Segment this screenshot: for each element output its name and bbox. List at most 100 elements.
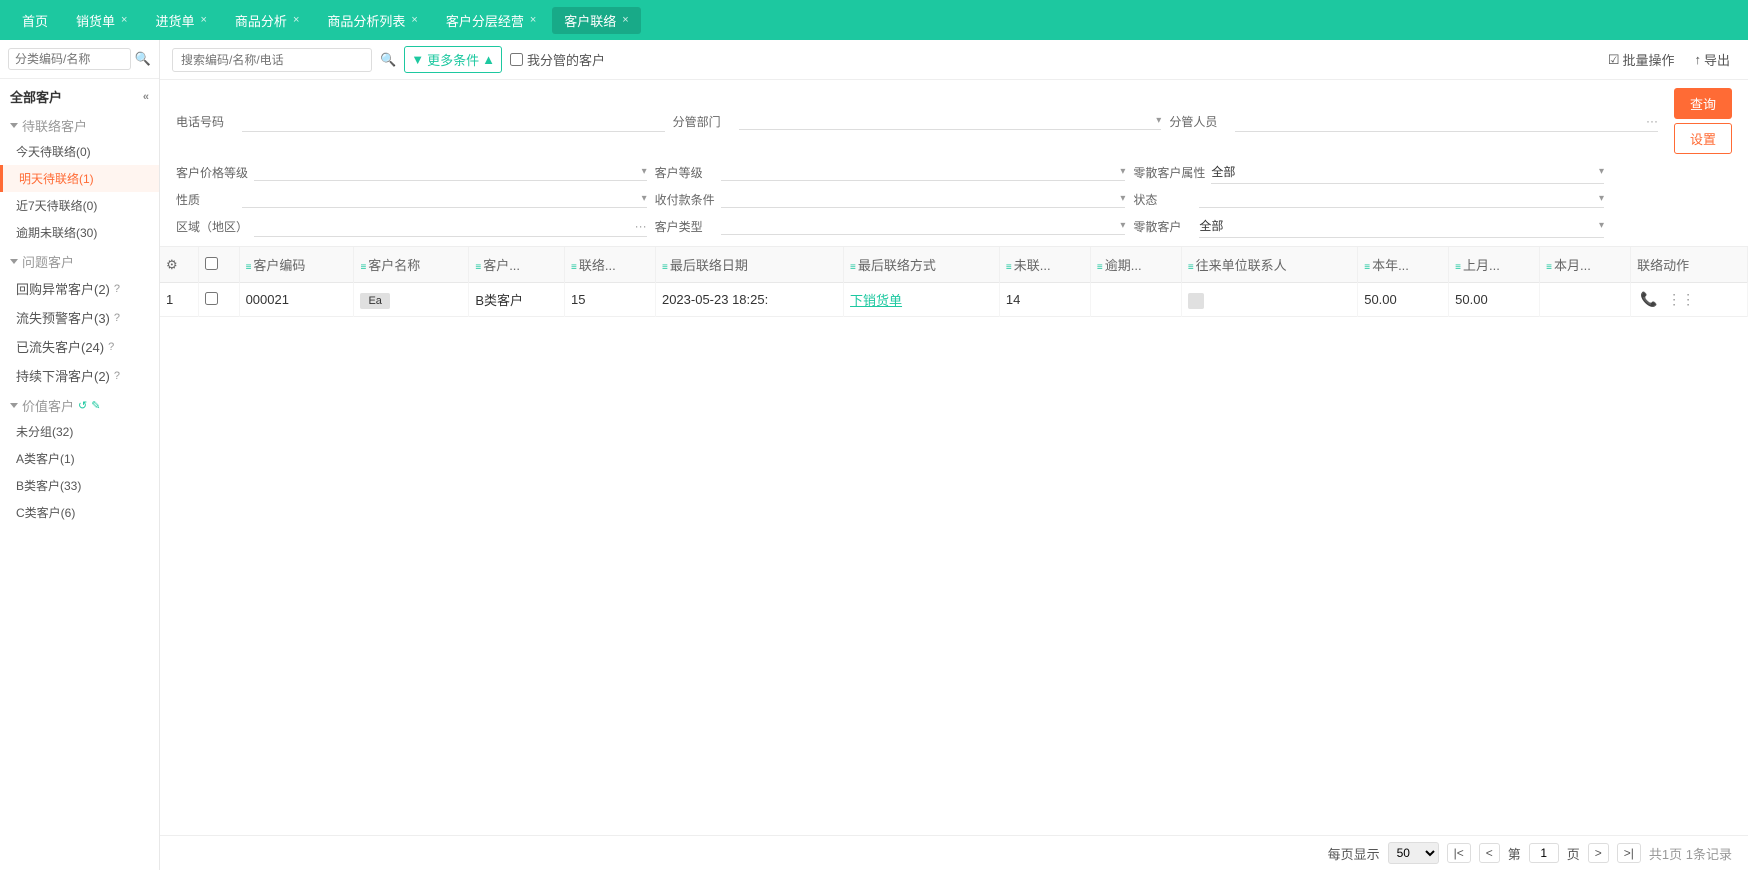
- row-phone-icon[interactable]: 📞: [1640, 291, 1657, 307]
- filter-search-icon[interactable]: 🔍: [380, 52, 396, 68]
- collapse-icon[interactable]: «: [143, 91, 149, 103]
- next-page-btn[interactable]: >: [1588, 843, 1609, 863]
- filter-retail-customer-select[interactable]: 全部 ▾: [1199, 214, 1604, 238]
- filter-manager-input[interactable]: ···: [1235, 111, 1658, 132]
- filter-payment-label: 收付款条件: [655, 191, 715, 208]
- page-label: 第: [1508, 844, 1521, 863]
- sidebar-item-today[interactable]: 今天待联络(0): [0, 138, 159, 165]
- customer-type-chevron: ▾: [1120, 220, 1125, 231]
- sidebar-search-area: 🔍: [0, 40, 159, 79]
- set-button[interactable]: 设置: [1674, 123, 1732, 154]
- more-filter-btn[interactable]: ▼ 更多条件 ▲: [404, 46, 502, 73]
- nav-customer-tier[interactable]: 客户分层经营 ×: [434, 7, 548, 34]
- close-product-analysis-icon[interactable]: ×: [293, 14, 299, 26]
- nav-sales-order[interactable]: 销货单 ×: [64, 7, 139, 34]
- batch-op-btn[interactable]: ☑ 批量操作: [1602, 47, 1681, 72]
- query-button[interactable]: 查询: [1674, 88, 1732, 119]
- col-contact-count: ≡联络...: [565, 247, 656, 283]
- sidebar-item-churn-warning[interactable]: 流失预警客户(3) ?: [0, 303, 159, 332]
- select-all-checkbox[interactable]: [205, 257, 218, 270]
- nav-customer-contact[interactable]: 客户联络 ×: [552, 7, 640, 34]
- filter-search-input[interactable]: [172, 48, 372, 72]
- info-icon-1: ?: [114, 312, 120, 324]
- col-no-contact: ≡未联...: [999, 247, 1090, 283]
- nav-product-analysis[interactable]: 商品分析 ×: [223, 7, 311, 34]
- close-customer-tier-icon[interactable]: ×: [530, 14, 536, 26]
- row-contact-count: 15: [565, 283, 656, 317]
- row-more-icon[interactable]: ⋮⋮: [1667, 291, 1695, 307]
- group-problem-customers[interactable]: 问题客户: [0, 246, 159, 274]
- my-customer-checkbox-area[interactable]: 我分管的客户: [510, 50, 605, 69]
- filter-nature-select[interactable]: ▾: [242, 190, 647, 208]
- filter-price-level-select[interactable]: ▾: [254, 163, 647, 181]
- sidebar-search-input[interactable]: [8, 48, 131, 70]
- filter-customer-level-select[interactable]: ▾: [721, 163, 1126, 181]
- prev-page-btn[interactable]: <: [1479, 843, 1500, 863]
- filter-retail-customer: 零散客户 全部 ▾: [1133, 214, 1604, 238]
- col-checkbox[interactable]: [198, 247, 239, 283]
- filter-customer-level: 客户等级 ▾: [655, 160, 1126, 184]
- filter-region-input[interactable]: ···: [254, 216, 647, 237]
- last-page-btn[interactable]: >|: [1617, 843, 1641, 863]
- filter-nature-label: 性质: [176, 191, 236, 208]
- close-purchase-order-icon[interactable]: ×: [200, 14, 206, 26]
- nav-product-analysis-list[interactable]: 商品分析列表 ×: [315, 7, 429, 34]
- filter-dept-chevron: ▾: [1156, 115, 1161, 126]
- nav-purchase-order[interactable]: 进货单 ×: [143, 7, 218, 34]
- per-page-label: 每页显示: [1328, 844, 1380, 863]
- sidebar-item-class-c[interactable]: C类客户(6): [0, 499, 159, 526]
- col-type: ≡客户...: [469, 247, 565, 283]
- filter-bar-right: ☑ 批量操作 ↑ 导出: [1602, 47, 1736, 72]
- group-pending-contact[interactable]: 待联络客户: [0, 110, 159, 138]
- chevron-up-icon: ▲: [482, 52, 495, 67]
- col-this-month: ≡本月...: [1540, 247, 1631, 283]
- sidebar-item-ungrouped[interactable]: 未分组(32): [0, 418, 159, 445]
- page-input[interactable]: [1529, 843, 1559, 863]
- sidebar-item-class-a[interactable]: A类客户(1): [0, 445, 159, 472]
- group-value-customers[interactable]: 价值客户 ↺ ✎: [0, 390, 159, 418]
- sidebar-item-declining[interactable]: 持续下滑客户(2) ?: [0, 361, 159, 390]
- pagination-bar: 每页显示 50 100 200 |< < 第 页 > >| 共1页 1条记录: [160, 835, 1748, 870]
- sidebar-item-tomorrow[interactable]: 明天待联络(1): [0, 165, 159, 192]
- filter-bar: 🔍 ▼ 更多条件 ▲ 我分管的客户 ☑ 批量操作 ↑ 导出: [160, 40, 1748, 80]
- all-customers-title[interactable]: 全部客户 «: [0, 79, 159, 110]
- nav-home[interactable]: 首页: [10, 7, 60, 34]
- edit-value-icon[interactable]: ✎: [91, 399, 100, 412]
- row-code: 000021: [239, 283, 354, 317]
- close-product-analysis-list-icon[interactable]: ×: [411, 14, 417, 26]
- export-btn[interactable]: ↑ 导出: [1688, 47, 1736, 72]
- refresh-icon[interactable]: ↺: [78, 399, 87, 412]
- filter-region-dots[interactable]: ···: [635, 219, 647, 233]
- row-last-method[interactable]: 下销货单: [844, 283, 1000, 317]
- row-index: 1: [160, 283, 198, 317]
- sidebar-item-7days[interactable]: 近7天待联络(0): [0, 192, 159, 219]
- retail-attr-chevron: ▾: [1599, 166, 1604, 177]
- sidebar-item-churned[interactable]: 已流失客户(24) ?: [0, 332, 159, 361]
- main-content: 🔍 ▼ 更多条件 ▲ 我分管的客户 ☑ 批量操作 ↑ 导出: [160, 40, 1748, 870]
- filter-phone-label: 电话号码: [176, 113, 236, 130]
- row-actions: 📞 ⋮⋮: [1631, 283, 1748, 317]
- my-customer-checkbox[interactable]: [510, 53, 523, 66]
- filter-retail-attr-label: 零散客户属性: [1133, 164, 1205, 181]
- filter-customer-type-select[interactable]: ▾: [721, 217, 1126, 235]
- sidebar-item-class-b[interactable]: B类客户(33): [0, 472, 159, 499]
- filter-payment-select[interactable]: ▾: [721, 190, 1126, 208]
- filter-manager-dots[interactable]: ···: [1646, 114, 1658, 128]
- close-sales-order-icon[interactable]: ×: [121, 14, 127, 26]
- arrow-problem-icon: [10, 259, 18, 264]
- col-last-date: ≡最后联络日期: [655, 247, 843, 283]
- filter-status-select[interactable]: ▾: [1199, 190, 1604, 208]
- filter-retail-attr-select[interactable]: 全部 ▾: [1211, 160, 1604, 184]
- col-settings[interactable]: ⚙: [160, 247, 198, 283]
- customers-table: ⚙ ≡客户编码 ≡客户名称 ≡客户... ≡联络... ≡最后联络日期 ≡最后联…: [160, 247, 1748, 317]
- filter-dept-select[interactable]: ▾: [739, 112, 1162, 130]
- sidebar-item-repurchase-anomaly[interactable]: 回购异常客户(2) ?: [0, 274, 159, 303]
- filter-phone-input[interactable]: [242, 111, 665, 132]
- per-page-select[interactable]: 50 100 200: [1388, 842, 1439, 864]
- sidebar-item-overdue[interactable]: 逾期未联络(30): [0, 219, 159, 246]
- close-customer-contact-icon[interactable]: ×: [622, 14, 628, 26]
- sidebar-search-icon[interactable]: 🔍: [135, 51, 151, 67]
- row-checkbox[interactable]: [198, 283, 239, 317]
- first-page-btn[interactable]: |<: [1447, 843, 1471, 863]
- filter-phone: 电话号码: [176, 88, 665, 154]
